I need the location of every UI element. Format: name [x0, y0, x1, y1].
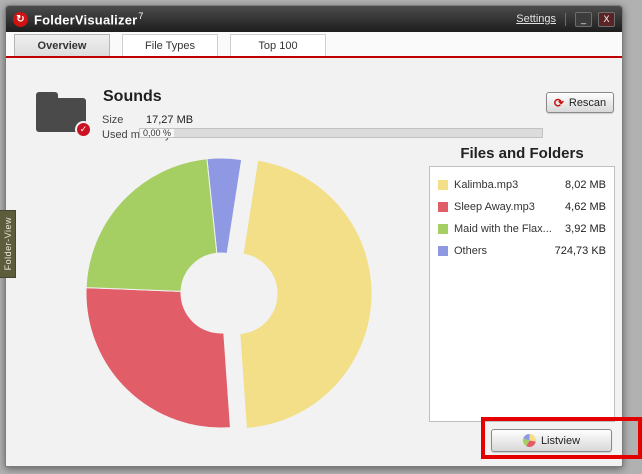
file-list-item[interactable]: Sleep Away.mp3 4,62 MB — [438, 196, 606, 218]
sidebar-tab-label: Folder-View — [2, 217, 13, 271]
file-name: Maid with the Flax... — [454, 223, 552, 235]
file-name: Sleep Away.mp3 — [454, 201, 535, 213]
titlebar-divider — [565, 12, 566, 26]
folder-icon: ✓ — [36, 92, 92, 138]
used-memory-value: 0,00 % — [140, 129, 175, 138]
size-label: Size — [102, 114, 124, 126]
file-list-item[interactable]: Others 724,73 KB — [438, 240, 606, 262]
file-name: Kalimba.mp3 — [454, 179, 519, 191]
file-size: 724,73 KB — [554, 245, 606, 257]
folder-title: Sounds — [103, 88, 162, 105]
legend-swatch — [438, 224, 448, 234]
files-panel-title: Files and Folders — [460, 145, 584, 162]
files-panel: Kalimba.mp3 8,02 MB Sleep Away.mp3 4,62 MB M… — [429, 166, 615, 422]
check-badge-icon: ✓ — [75, 121, 92, 138]
legend-swatch — [438, 202, 448, 212]
minimize-button[interactable]: _ — [575, 11, 592, 27]
tab-overview[interactable]: Overview — [14, 34, 110, 56]
file-size: 8,02 MB — [565, 179, 606, 191]
title-bar: ↻ FolderVisualizer7 Settings _ X — [6, 6, 622, 32]
settings-link[interactable]: Settings — [516, 13, 556, 25]
app-logo-icon: ↻ — [13, 11, 28, 27]
tab-top-100[interactable]: Top 100 — [230, 34, 326, 56]
donut-chart — [85, 157, 373, 429]
app-title: FolderVisualizer7 — [34, 11, 144, 27]
file-size: 4,62 MB — [565, 201, 606, 213]
listview-button[interactable]: Listview — [491, 429, 612, 452]
legend-swatch — [438, 180, 448, 190]
sidebar-tab-folder-view[interactable]: Folder-View — [0, 210, 16, 278]
pie-slice-kalimba-mp3[interactable] — [239, 159, 373, 429]
pie-slice-sleep-away-mp3[interactable] — [85, 287, 231, 429]
tab-bar: Overview File Types Top 100 — [6, 32, 622, 58]
close-button[interactable]: X — [598, 11, 615, 27]
app-title-text: FolderVisualizer — [34, 12, 138, 28]
file-size: 3,92 MB — [565, 223, 606, 235]
file-list-item[interactable]: Kalimba.mp3 8,02 MB — [438, 174, 606, 196]
rescan-label: Rescan — [568, 96, 607, 109]
rescan-icon: ⟳ — [553, 95, 564, 110]
listview-label: Listview — [540, 434, 581, 447]
pie-icon — [522, 434, 536, 447]
file-list-item[interactable]: Maid with the Flax... 3,92 MB — [438, 218, 606, 240]
file-name: Others — [454, 245, 488, 257]
rescan-button[interactable]: ⟳ Rescan — [546, 92, 614, 113]
legend-swatch — [438, 246, 448, 256]
pie-slice-maid-with-the-flax[interactable] — [85, 158, 218, 292]
app-window: ↻ FolderVisualizer7 Settings _ X Overvie… — [5, 5, 623, 467]
tab-file-types[interactable]: File Types — [122, 34, 218, 56]
app-version: 7 — [138, 10, 144, 21]
size-value: 17,27 MB — [146, 114, 194, 126]
used-memory-bar: 0,00 % — [139, 128, 543, 138]
